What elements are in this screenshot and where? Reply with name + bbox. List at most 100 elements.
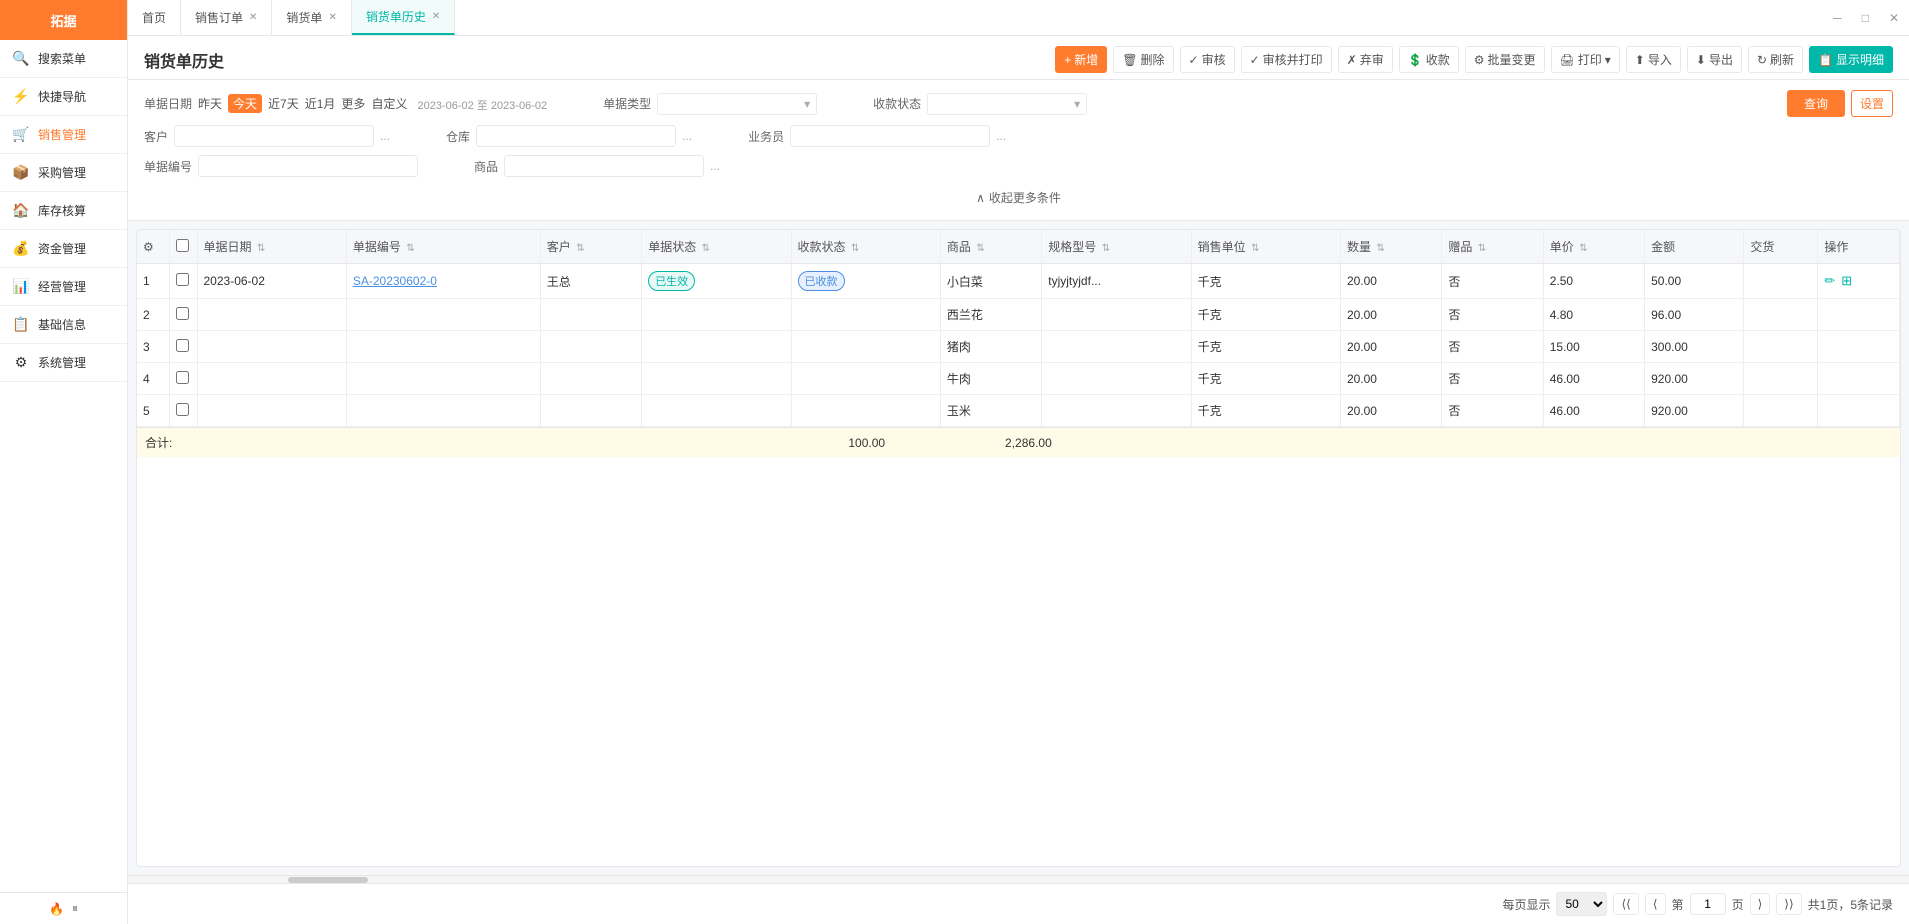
collect-button[interactable]: 💲 收款 xyxy=(1399,46,1459,73)
page-number-input[interactable] xyxy=(1690,893,1726,915)
doc-no-link-0[interactable]: SA-20230602-0 xyxy=(353,274,437,288)
customer-ellipsis[interactable]: ... xyxy=(380,129,390,143)
sidebar-item-purchase[interactable]: 📦 采购管理 xyxy=(0,154,127,192)
shortcut-1month[interactable]: 近1月 xyxy=(305,95,336,112)
tab-sales-goods-close[interactable]: ✕ xyxy=(328,12,336,23)
col-unit-price[interactable]: 单价 ⇅ xyxy=(1543,230,1644,264)
row-checkbox-3[interactable] xyxy=(176,371,189,384)
salesperson-ellipsis[interactable]: ... xyxy=(996,129,1006,143)
doc-type-select[interactable]: ▾ xyxy=(657,93,817,115)
tab-sales-history[interactable]: 销货单历史 ✕ xyxy=(352,0,455,35)
shortcut-more[interactable]: 更多 xyxy=(341,95,365,112)
prev-page-btn[interactable]: ⟨ xyxy=(1645,893,1666,915)
import-button[interactable]: ⬆ 导入 xyxy=(1626,46,1681,73)
select-all-checkbox[interactable] xyxy=(176,239,189,252)
first-page-btn[interactable]: ⟨⟨ xyxy=(1613,893,1638,915)
tab-sales-order-close[interactable]: ✕ xyxy=(249,12,257,23)
collect-status-select[interactable]: ▾ xyxy=(927,93,1087,115)
row-goods-4: 玉米 xyxy=(940,395,1041,427)
audit-button[interactable]: ✓ 审核 xyxy=(1180,46,1235,73)
sidebar-item-search[interactable]: 🔍 搜索菜单 xyxy=(0,40,127,78)
warehouse-ellipsis[interactable]: ... xyxy=(682,129,692,143)
tab-sales-history-close[interactable]: ✕ xyxy=(432,11,440,22)
shortcut-today[interactable]: 今天 xyxy=(228,94,262,113)
scrollbar-thumb[interactable] xyxy=(288,877,368,883)
col-doc-no[interactable]: 单据编号 ⇅ xyxy=(346,230,540,264)
shortcut-yesterday[interactable]: 昨天 xyxy=(198,95,222,112)
print-button[interactable]: 🖨 打印 ▾ xyxy=(1551,46,1620,73)
audit-print-button[interactable]: ✓ 审核并打印 xyxy=(1241,46,1332,73)
window-maximize[interactable]: □ xyxy=(1852,0,1879,35)
window-minimize[interactable]: ─ xyxy=(1823,0,1852,35)
row-check-0[interactable] xyxy=(169,264,197,299)
sidebar-item-base-info[interactable]: 📋 基础信息 xyxy=(0,306,127,344)
tab-sales-order[interactable]: 销售订单 ✕ xyxy=(181,0,272,35)
refresh-button[interactable]: ↻ 刷新 xyxy=(1748,46,1803,73)
col-checkbox[interactable] xyxy=(169,230,197,264)
col-quantity[interactable]: 数量 ⇅ xyxy=(1340,230,1441,264)
batch-change-button[interactable]: ⚙ 批量变更 xyxy=(1465,46,1545,73)
settings-button[interactable]: 设置 xyxy=(1851,90,1893,117)
row-check-4[interactable] xyxy=(169,395,197,427)
shortcut-7days[interactable]: 近7天 xyxy=(268,95,299,112)
next-page-btn[interactable]: ⟩ xyxy=(1750,893,1771,915)
pause-icon[interactable]: ⏸ xyxy=(72,901,78,916)
table-body: 12023-06-02SA-20230602-0王总已生效已收款小白菜tyjyj… xyxy=(137,264,1900,427)
horizontal-scrollbar[interactable] xyxy=(128,875,1909,883)
row-checkbox-1[interactable] xyxy=(176,307,189,320)
row-checkbox-2[interactable] xyxy=(176,339,189,352)
add-button[interactable]: + 新增 xyxy=(1055,46,1107,73)
sidebar-item-sales[interactable]: 🛒 销售管理 xyxy=(0,116,127,154)
goods-input[interactable] xyxy=(504,155,704,177)
row-customer-1 xyxy=(540,299,641,331)
col-settings[interactable]: ⚙ xyxy=(137,230,169,264)
window-close[interactable]: ✕ xyxy=(1879,0,1909,35)
col-gift[interactable]: 赠品 ⇅ xyxy=(1442,230,1543,264)
warehouse-group: 仓库 ... xyxy=(446,125,692,147)
col-doc-status[interactable]: 单据状态 ⇅ xyxy=(642,230,791,264)
row-goods-2: 猪肉 xyxy=(940,331,1041,363)
row-check-1[interactable] xyxy=(169,299,197,331)
copy-icon-0[interactable]: ⊞ xyxy=(1841,273,1852,289)
query-button[interactable]: 查询 xyxy=(1787,90,1845,117)
tab-sales-goods[interactable]: 销货单 ✕ xyxy=(272,0,351,35)
sidebar-item-inventory[interactable]: 🏠 库存核算 xyxy=(0,192,127,230)
salesperson-input[interactable] xyxy=(790,125,990,147)
col-sales-unit[interactable]: 销售单位 ⇅ xyxy=(1191,230,1340,264)
settings-icon: ⚙ xyxy=(143,240,154,254)
sidebar-item-operations[interactable]: 📊 经营管理 xyxy=(0,268,127,306)
fire-icon[interactable]: 🔥 xyxy=(49,902,64,916)
shortcut-custom[interactable]: 自定义 xyxy=(371,95,407,112)
row-num-2: 3 xyxy=(137,331,169,363)
sidebar-item-system[interactable]: ⚙ 系统管理 xyxy=(0,344,127,382)
goods-ellipsis[interactable]: ... xyxy=(710,159,720,173)
doc-no-input[interactable] xyxy=(198,155,418,177)
doc-type-group: 单据类型 ▾ xyxy=(603,93,817,115)
row-checkbox-4[interactable] xyxy=(176,403,189,416)
col-collect-status[interactable]: 收款状态 ⇅ xyxy=(791,230,940,264)
col-spec-type[interactable]: 规格型号 ⇅ xyxy=(1042,230,1191,264)
row-collect-status-0: 已收款 xyxy=(791,264,940,299)
row-actions-2 xyxy=(1818,331,1900,363)
warehouse-input[interactable] xyxy=(476,125,676,147)
last-page-btn[interactable]: ⟩⟩ xyxy=(1776,893,1801,915)
abandon-button[interactable]: ✗ 弃审 xyxy=(1338,46,1393,73)
row-check-3[interactable] xyxy=(169,363,197,395)
edit-icon-0[interactable]: ✏ xyxy=(1824,273,1835,289)
sidebar-item-finance[interactable]: 💰 资金管理 xyxy=(0,230,127,268)
export-button[interactable]: ⬇ 导出 xyxy=(1687,46,1742,73)
sidebar-item-quick-nav[interactable]: ⚡ 快捷导航 xyxy=(0,78,127,116)
show-detail-button[interactable]: 📋 显示明细 xyxy=(1809,46,1893,73)
row-check-2[interactable] xyxy=(169,331,197,363)
col-doc-date[interactable]: 单据日期 ⇅ xyxy=(197,230,346,264)
delete-button[interactable]: 🗑 删除 xyxy=(1113,46,1173,73)
customer-input[interactable] xyxy=(174,125,374,147)
per-page-select[interactable]: 50 100 200 xyxy=(1556,892,1607,916)
row-customer-4 xyxy=(540,395,641,427)
row-checkbox-0[interactable] xyxy=(176,273,189,286)
tab-home[interactable]: 首页 xyxy=(128,0,181,35)
filter-row-1: 单据日期 昨天 今天 近7天 近1月 更多 自定义 2023-06-02 至 2… xyxy=(144,90,1893,117)
collapse-button[interactable]: ∧ 收起更多条件 xyxy=(144,185,1893,210)
col-goods[interactable]: 商品 ⇅ xyxy=(940,230,1041,264)
col-customer[interactable]: 客户 ⇅ xyxy=(540,230,641,264)
